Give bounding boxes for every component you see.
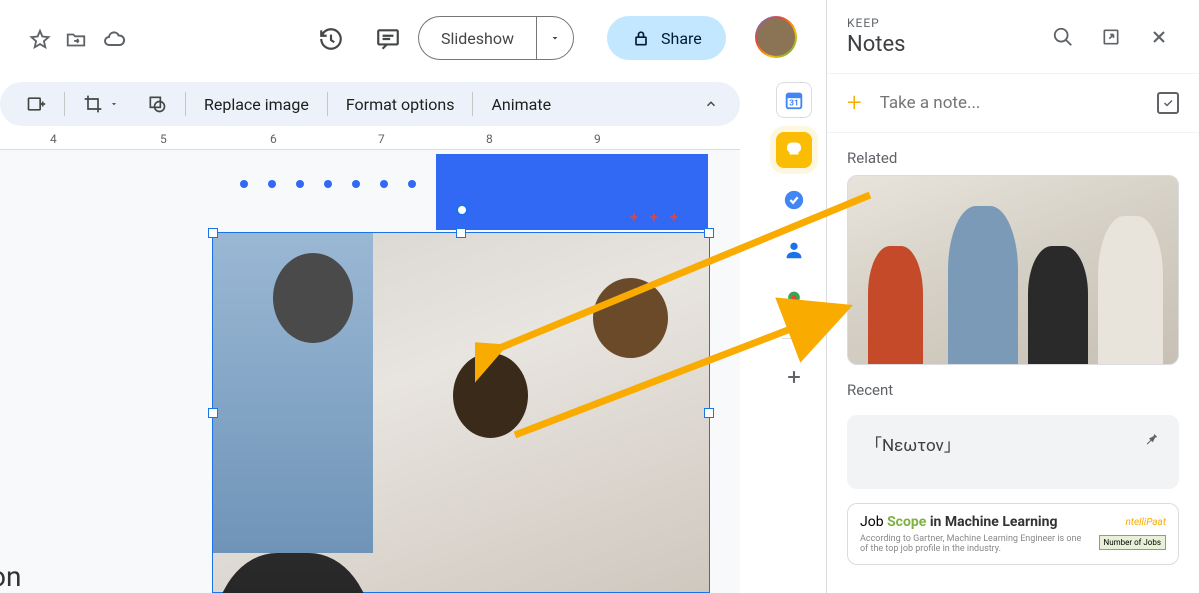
- keep-side-panel: KEEP Notes + Related Recent 「Νεωτον: [826, 0, 1199, 593]
- search-icon[interactable]: [1043, 17, 1083, 57]
- animate-button[interactable]: Animate: [477, 86, 565, 122]
- related-section-label: Related: [827, 133, 1199, 175]
- format-options-button[interactable]: Format options: [332, 86, 469, 122]
- resize-handle[interactable]: [456, 228, 466, 238]
- resize-handle[interactable]: [208, 408, 218, 418]
- slideshow-button[interactable]: Slideshow: [418, 16, 536, 60]
- slide-title-fragment: y l tor: [0, 290, 200, 472]
- recent-note-card[interactable]: 「Νεωτον」: [847, 415, 1179, 489]
- plus-icon: +: [847, 88, 862, 118]
- tasks-icon[interactable]: [776, 182, 812, 218]
- crop-button[interactable]: [69, 86, 133, 122]
- pin-icon[interactable]: [1143, 431, 1161, 449]
- keep-icon[interactable]: [776, 132, 812, 168]
- maps-icon[interactable]: [776, 282, 812, 318]
- comments-icon[interactable]: [368, 19, 408, 59]
- keep-kicker: KEEP: [847, 16, 905, 30]
- move-to-folder-icon[interactable]: [56, 20, 96, 60]
- recent-note-title: 「Νεωτον」: [865, 431, 961, 456]
- resize-handle[interactable]: [208, 228, 218, 238]
- account-avatar[interactable]: [755, 16, 797, 58]
- keep-title: Notes: [847, 32, 905, 57]
- cloud-status-icon[interactable]: [94, 20, 134, 60]
- take-note-input[interactable]: [880, 93, 1139, 113]
- contacts-icon[interactable]: [776, 232, 812, 268]
- resize-handle[interactable]: [704, 408, 714, 418]
- slide-canvas[interactable]: +++ ++++ ++++ +++ y l tor on: [0, 150, 740, 593]
- decorative-dots: [240, 180, 416, 188]
- close-icon[interactable]: [1139, 17, 1179, 57]
- selected-image[interactable]: [212, 232, 710, 593]
- contextual-toolbar: Replace image Format options Animate: [0, 82, 740, 126]
- related-note-card[interactable]: [847, 175, 1179, 365]
- mask-button[interactable]: [133, 86, 181, 122]
- star-icon[interactable]: [20, 20, 60, 60]
- calendar-icon[interactable]: 31: [776, 82, 812, 118]
- replace-image-button[interactable]: Replace image: [190, 86, 323, 122]
- side-panel-rail: 31: [770, 82, 818, 395]
- slideshow-dropdown[interactable]: [536, 16, 574, 60]
- share-label: Share: [661, 29, 702, 48]
- share-button[interactable]: Share: [607, 16, 726, 60]
- resize-handle[interactable]: [704, 228, 714, 238]
- recent-note-card[interactable]: Job Scope in Machine Learning ntelliPaat…: [847, 503, 1179, 565]
- open-external-icon[interactable]: [1091, 17, 1131, 57]
- add-addon-icon[interactable]: [776, 359, 812, 395]
- brand-logo: ntelliPaat: [1125, 517, 1166, 528]
- slide-subtitle-fragment: on: [0, 560, 21, 593]
- insert-image-button[interactable]: [12, 86, 60, 122]
- svg-text:31: 31: [789, 99, 798, 109]
- new-list-icon[interactable]: [1157, 92, 1179, 114]
- recent-section-label: Recent: [827, 365, 1199, 407]
- collapse-toolbar-icon[interactable]: [696, 89, 726, 119]
- slideshow-split-button: Slideshow: [418, 16, 574, 60]
- lock-icon: [631, 28, 651, 48]
- horizontal-ruler: 4 5 6 7 8 9: [0, 128, 740, 150]
- version-history-icon[interactable]: [311, 19, 351, 59]
- rotation-handle[interactable]: [456, 204, 468, 216]
